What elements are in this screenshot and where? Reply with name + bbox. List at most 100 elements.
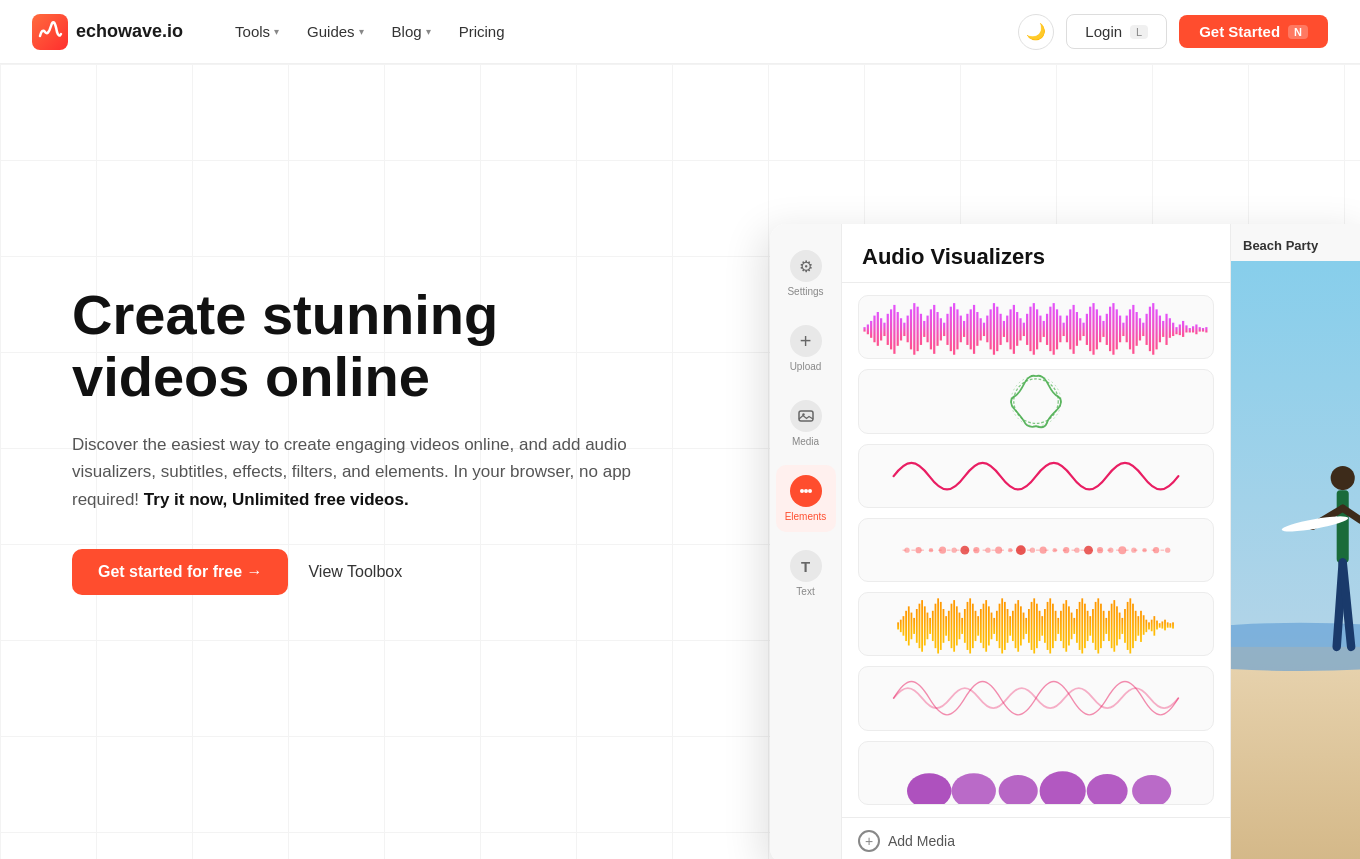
svg-rect-92: [1149, 307, 1151, 351]
get-started-button[interactable]: Get Started N: [1179, 15, 1328, 48]
svg-rect-228: [1140, 611, 1142, 642]
svg-rect-44: [990, 309, 992, 349]
svg-rect-190: [1039, 611, 1041, 641]
svg-rect-70: [1076, 312, 1078, 346]
svg-rect-75: [1092, 303, 1094, 355]
svg-rect-47: [999, 314, 1001, 345]
svg-rect-58: [1036, 309, 1038, 349]
svg-rect-6: [863, 327, 865, 331]
svg-rect-195: [1052, 604, 1054, 648]
visualizer-dots[interactable]: [858, 518, 1214, 582]
svg-rect-204: [1076, 609, 1078, 643]
svg-rect-59: [1039, 316, 1041, 343]
svg-rect-146: [921, 600, 923, 652]
svg-point-243: [999, 775, 1038, 804]
svg-rect-218: [1113, 600, 1115, 652]
svg-rect-97: [1165, 314, 1167, 345]
svg-rect-205: [1079, 602, 1081, 650]
svg-rect-213: [1100, 604, 1102, 648]
get-started-kbd: N: [1288, 25, 1308, 39]
visualizer-circle-green[interactable]: [858, 369, 1214, 433]
svg-rect-71: [1079, 318, 1081, 340]
svg-rect-168: [980, 609, 982, 643]
svg-rect-109: [1205, 327, 1207, 332]
logo[interactable]: echowave.io: [32, 14, 183, 50]
nav-guides[interactable]: Guides ▾: [295, 15, 376, 48]
svg-rect-18: [903, 323, 905, 336]
svg-rect-28: [936, 312, 938, 346]
sidebar-item-settings[interactable]: ⚙ Settings: [776, 240, 836, 307]
sidebar-item-elements[interactable]: Elements: [776, 465, 836, 532]
svg-rect-84: [1122, 323, 1124, 336]
hero-cta-button[interactable]: Get started for free →: [72, 549, 288, 595]
right-panel-title: Beach Party: [1231, 224, 1360, 261]
svg-rect-22: [917, 307, 919, 351]
add-media-plus-icon: +: [858, 830, 880, 852]
svg-rect-27: [933, 305, 935, 354]
svg-rect-210: [1092, 609, 1094, 643]
nav-right: 🌙 Login L Get Started N: [1018, 14, 1328, 50]
svg-rect-169: [983, 604, 985, 648]
nav-blog[interactable]: Blog ▾: [380, 15, 443, 48]
nav-pricing[interactable]: Pricing: [447, 15, 517, 48]
svg-point-136: [1165, 547, 1170, 552]
visualizer-sine-pink[interactable]: [858, 444, 1214, 508]
svg-rect-14: [890, 309, 892, 349]
svg-rect-43: [986, 316, 988, 343]
svg-rect-9: [873, 316, 875, 343]
svg-rect-87: [1132, 305, 1134, 354]
svg-rect-183: [1020, 606, 1022, 645]
page-body: Create stunning videos online Discover t…: [0, 64, 1360, 859]
svg-rect-76: [1096, 309, 1098, 349]
svg-rect-203: [1073, 618, 1075, 634]
svg-rect-101: [1179, 324, 1181, 335]
svg-rect-192: [1044, 609, 1046, 643]
svg-rect-15: [893, 305, 895, 354]
visualizer-bars-orange[interactable]: [858, 592, 1214, 656]
beach-party-preview: [1231, 261, 1360, 859]
svg-rect-40: [976, 312, 978, 346]
svg-rect-199: [1063, 604, 1065, 648]
svg-rect-184: [1023, 613, 1025, 640]
svg-rect-174: [996, 611, 998, 641]
svg-rect-45: [993, 303, 995, 355]
svg-rect-86: [1129, 309, 1131, 349]
svg-rect-191: [1041, 616, 1043, 636]
svg-rect-239: [1169, 623, 1171, 627]
logo-icon: [32, 14, 68, 50]
navbar: echowave.io Tools ▾ Guides ▾ Blog ▾ Pric…: [0, 0, 1360, 64]
svg-rect-32: [950, 307, 952, 351]
svg-rect-151: [935, 604, 937, 648]
svg-point-250: [1331, 466, 1355, 490]
add-media-footer[interactable]: + Add Media: [842, 817, 1230, 859]
svg-rect-10: [877, 312, 879, 346]
visualizer-bars-pink[interactable]: /* bars generated below */: [858, 295, 1214, 359]
nav-links: Tools ▾ Guides ▾ Blog ▾ Pricing: [223, 15, 1018, 48]
svg-rect-154: [943, 609, 945, 643]
hero-title: Create stunning videos online: [72, 284, 652, 407]
visualizer-sine-light-pink[interactable]: [858, 666, 1214, 730]
svg-rect-237: [1164, 620, 1166, 631]
nav-tools[interactable]: Tools ▾: [223, 15, 291, 48]
login-button[interactable]: Login L: [1066, 14, 1167, 49]
svg-point-134: [1142, 548, 1146, 552]
sidebar-item-upload[interactable]: + Upload: [776, 315, 836, 382]
visualizer-purple-bumps[interactable]: [858, 741, 1214, 805]
svg-rect-180: [1012, 611, 1014, 641]
svg-rect-37: [966, 314, 968, 345]
svg-point-4: [804, 489, 808, 493]
svg-rect-147: [924, 606, 926, 645]
svg-point-129: [1084, 546, 1093, 555]
sidebar-item-text[interactable]: T Text: [776, 540, 836, 607]
svg-rect-235: [1159, 623, 1161, 627]
svg-rect-161: [961, 618, 963, 634]
svg-rect-107: [1199, 327, 1201, 331]
svg-rect-230: [1145, 620, 1147, 632]
svg-rect-231: [1148, 622, 1150, 629]
svg-rect-182: [1017, 600, 1019, 652]
dark-mode-button[interactable]: 🌙: [1018, 14, 1054, 50]
sidebar-item-media[interactable]: Media: [776, 390, 836, 457]
view-toolbox-button[interactable]: View Toolbox: [308, 563, 402, 581]
svg-rect-74: [1089, 307, 1091, 351]
svg-rect-68: [1069, 309, 1071, 349]
